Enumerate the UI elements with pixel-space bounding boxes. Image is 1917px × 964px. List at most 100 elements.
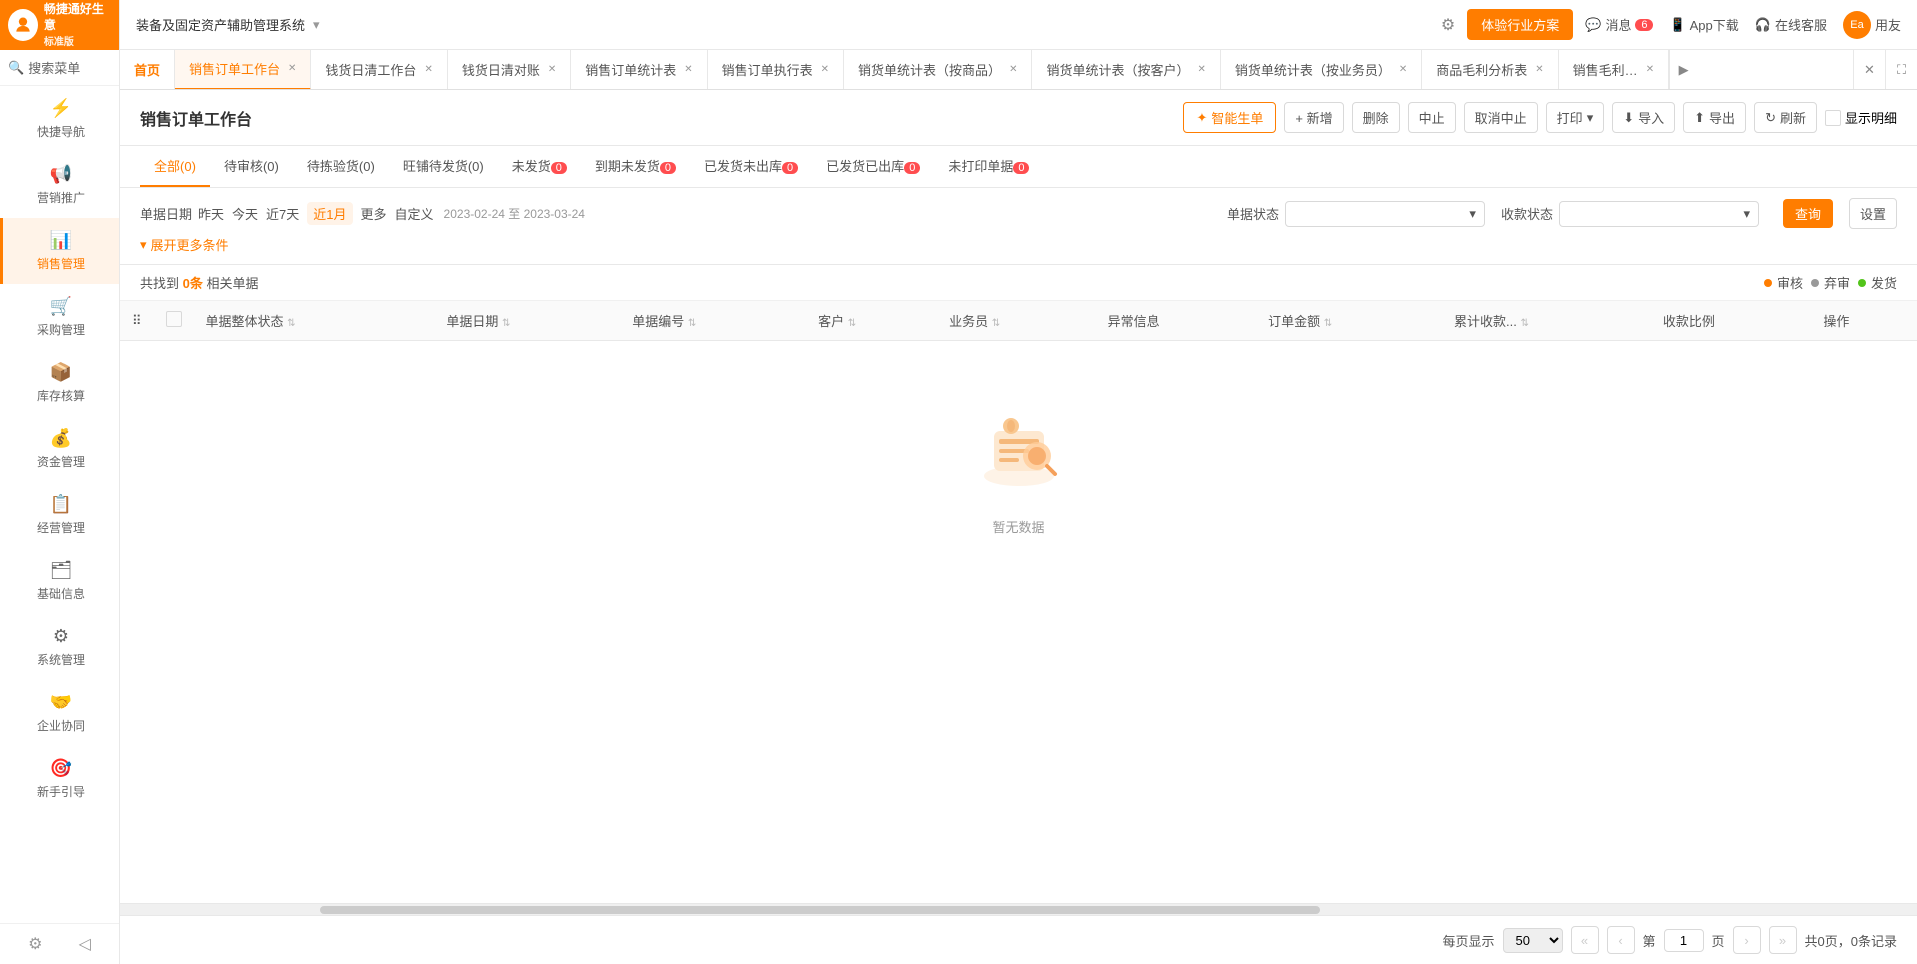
tab-close-cash-daily[interactable]: ✕ (424, 64, 432, 75)
status-select[interactable]: ▾ (1285, 201, 1485, 227)
query-button[interactable]: 查询 (1783, 199, 1833, 228)
topbar-user[interactable]: Ea 用友 (1843, 11, 1901, 39)
scrollbar-thumb[interactable] (320, 906, 1320, 914)
topbar-dropdown-arrow[interactable]: ▾ (313, 17, 320, 33)
settings-bottom-icon[interactable]: ⚙ (28, 934, 42, 954)
th-cumulative-receipt[interactable]: 累计收款... ⇅ (1442, 301, 1651, 341)
sidebar-item-inventory[interactable]: 📦 库存核算 (0, 350, 119, 416)
tab-close-sales-margin[interactable]: ✕ (1646, 64, 1654, 75)
sub-tab-all[interactable]: 全部(0) (140, 146, 210, 187)
th-check[interactable] (154, 301, 194, 341)
total-text: 共找到 (140, 276, 179, 291)
date-opt-custom[interactable]: 自定义 (395, 204, 434, 223)
tab-sales-workbench[interactable]: 销售订单工作台 ✕ (175, 50, 311, 90)
tab-close-all[interactable]: ✕ (1853, 50, 1885, 90)
star-icon: ✦ (1196, 110, 1207, 126)
tab-close-by-product[interactable]: ✕ (1009, 64, 1017, 75)
stop-button[interactable]: 中止 (1408, 102, 1456, 133)
tab-close-order-exec[interactable]: ✕ (821, 64, 829, 75)
th-number[interactable]: 单据编号 ⇅ (620, 301, 806, 341)
sub-tab-pending-review[interactable]: 待审核(0) (210, 146, 293, 187)
topbar-app-download[interactable]: 📱 App下载 (1669, 15, 1738, 34)
delete-button[interactable]: 删除 (1352, 102, 1400, 133)
sidebar-item-purchase[interactable]: 🛒 采购管理 (0, 284, 119, 350)
per-page-select[interactable]: 50 100 200 (1503, 928, 1563, 953)
sidebar-item-finance[interactable]: 💰 资金管理 (0, 416, 119, 482)
tab-order-exec[interactable]: 销售订单执行表 ✕ (708, 50, 844, 90)
th-order-amount[interactable]: 订单金额 ⇅ (1256, 301, 1442, 341)
import-button[interactable]: ⬇ 导入 (1612, 102, 1675, 133)
sidebar-item-operation[interactable]: 📋 经营管理 (0, 482, 119, 548)
sub-tab-pending-pick[interactable]: 待拣验货(0) (293, 146, 389, 187)
tab-close-by-customer[interactable]: ✕ (1197, 64, 1205, 75)
tab-cash-daily[interactable]: 钱货日清工作台 ✕ (311, 50, 447, 90)
collapse-icon[interactable]: ◁ (79, 934, 91, 954)
print-button[interactable]: 打印 ▾ (1546, 102, 1605, 133)
cancel-label: 弃审 (1824, 273, 1850, 292)
export-button[interactable]: ⬆ 导出 (1683, 102, 1746, 133)
th-overall-status[interactable]: 单据整体状态 ⇅ (194, 301, 435, 341)
select-all-checkbox[interactable] (166, 311, 182, 327)
tab-sales-margin[interactable]: 销售毛利… ✕ (1559, 50, 1669, 90)
tab-maximize[interactable]: ⛶ (1885, 50, 1917, 90)
sidebar-item-quick-nav[interactable]: ⚡ 快捷导航 (0, 86, 119, 152)
review-action[interactable]: 审核 (1764, 273, 1803, 292)
sub-tab-not-printed[interactable]: 未打印单据0 (934, 146, 1043, 187)
user-label: 用友 (1875, 15, 1901, 34)
cancel-stop-button[interactable]: 取消中止 (1464, 102, 1538, 133)
tab-close-order-stats[interactable]: ✕ (684, 64, 692, 75)
topbar-online-service[interactable]: 🎧 在线客服 (1755, 15, 1827, 34)
th-date[interactable]: 单据日期 ⇅ (434, 301, 620, 341)
date-opt-today[interactable]: 今天 (232, 204, 258, 223)
tab-close-margin-analysis[interactable]: ✕ (1535, 64, 1543, 75)
date-opt-more[interactable]: 更多 (361, 204, 387, 223)
sidebar-item-system[interactable]: ⚙ 系统管理 (0, 614, 119, 680)
sub-tab-shipped-not-out[interactable]: 已发货未出库0 (690, 146, 812, 187)
sub-tab-overdue-not-shipped[interactable]: 到期未发货0 (581, 146, 690, 187)
show-detail-checkbox-label[interactable]: 显示明细 (1825, 108, 1897, 127)
horizontal-scrollbar[interactable] (120, 903, 1917, 915)
sub-tab-not-shipped[interactable]: 未发货0 (498, 146, 581, 187)
tab-cash-reconcile[interactable]: 钱货日清对账 ✕ (448, 50, 571, 90)
last-page-button[interactable]: » (1769, 926, 1797, 954)
topbar-message[interactable]: 💬 消息 6 (1585, 15, 1653, 34)
sidebar-item-marketing[interactable]: 📢 营销推广 (0, 152, 119, 218)
sub-tab-shipped-out[interactable]: 已发货已出库0 (812, 146, 934, 187)
expand-more-conditions[interactable]: ▾ 展开更多条件 (140, 235, 1897, 254)
sidebar-item-sales[interactable]: 📊 销售管理 (0, 218, 119, 284)
sidebar-item-guide[interactable]: 🎯 新手引导 (0, 746, 119, 812)
tab-sales-by-customer[interactable]: 销货单统计表（按客户） ✕ (1032, 50, 1220, 90)
tab-margin-analysis[interactable]: 商品毛利分析表 ✕ (1422, 50, 1558, 90)
settings-filter-button[interactable]: 设置 (1849, 198, 1897, 229)
smart-order-button[interactable]: ✦ 智能生单 (1183, 102, 1276, 133)
ship-action[interactable]: 发货 (1858, 273, 1897, 292)
sidebar-item-search[interactable]: 🔍 搜索菜单 (0, 50, 119, 86)
th-customer[interactable]: 客户 ⇅ (806, 301, 937, 341)
tab-close-cash-reconcile[interactable]: ✕ (548, 64, 556, 75)
tabs-scroll-right[interactable]: ▶ (1669, 50, 1697, 90)
topbar-gear-icon[interactable]: ⚙ (1441, 15, 1455, 35)
industry-solution-button[interactable]: 体验行业方案 (1467, 9, 1573, 40)
tab-home[interactable]: 首页 (120, 50, 175, 90)
sidebar-item-basic-info[interactable]: 🗂 基础信息 (0, 548, 119, 614)
add-button[interactable]: + 新增 (1284, 102, 1343, 133)
date-opt-1month[interactable]: 近1月 (307, 202, 352, 225)
tab-order-stats[interactable]: 销售订单统计表 ✕ (571, 50, 707, 90)
prev-page-button[interactable]: ‹ (1607, 926, 1635, 954)
date-opt-7days[interactable]: 近7天 (266, 204, 299, 223)
payment-select[interactable]: ▾ (1559, 201, 1759, 227)
tab-sales-by-staff[interactable]: 销货单统计表（按业务员） ✕ (1221, 50, 1422, 90)
tab-close-sales-workbench[interactable]: ✕ (288, 63, 296, 74)
th-staff[interactable]: 业务员 ⇅ (937, 301, 1095, 341)
tab-close-by-staff[interactable]: ✕ (1399, 64, 1407, 75)
sub-tab-wangpu-pending[interactable]: 旺铺待发货(0) (389, 146, 498, 187)
next-page-button[interactable]: › (1733, 926, 1761, 954)
first-page-button[interactable]: « (1571, 926, 1599, 954)
refresh-button[interactable]: ↻ 刷新 (1754, 102, 1817, 133)
show-detail-checkbox[interactable] (1825, 110, 1841, 126)
date-opt-yesterday[interactable]: 昨天 (198, 204, 224, 223)
cancel-action[interactable]: 弃审 (1811, 273, 1850, 292)
sidebar-item-cooperation[interactable]: 🤝 企业协同 (0, 680, 119, 746)
tab-sales-by-product[interactable]: 销货单统计表（按商品） ✕ (844, 50, 1032, 90)
page-input[interactable] (1664, 929, 1704, 952)
